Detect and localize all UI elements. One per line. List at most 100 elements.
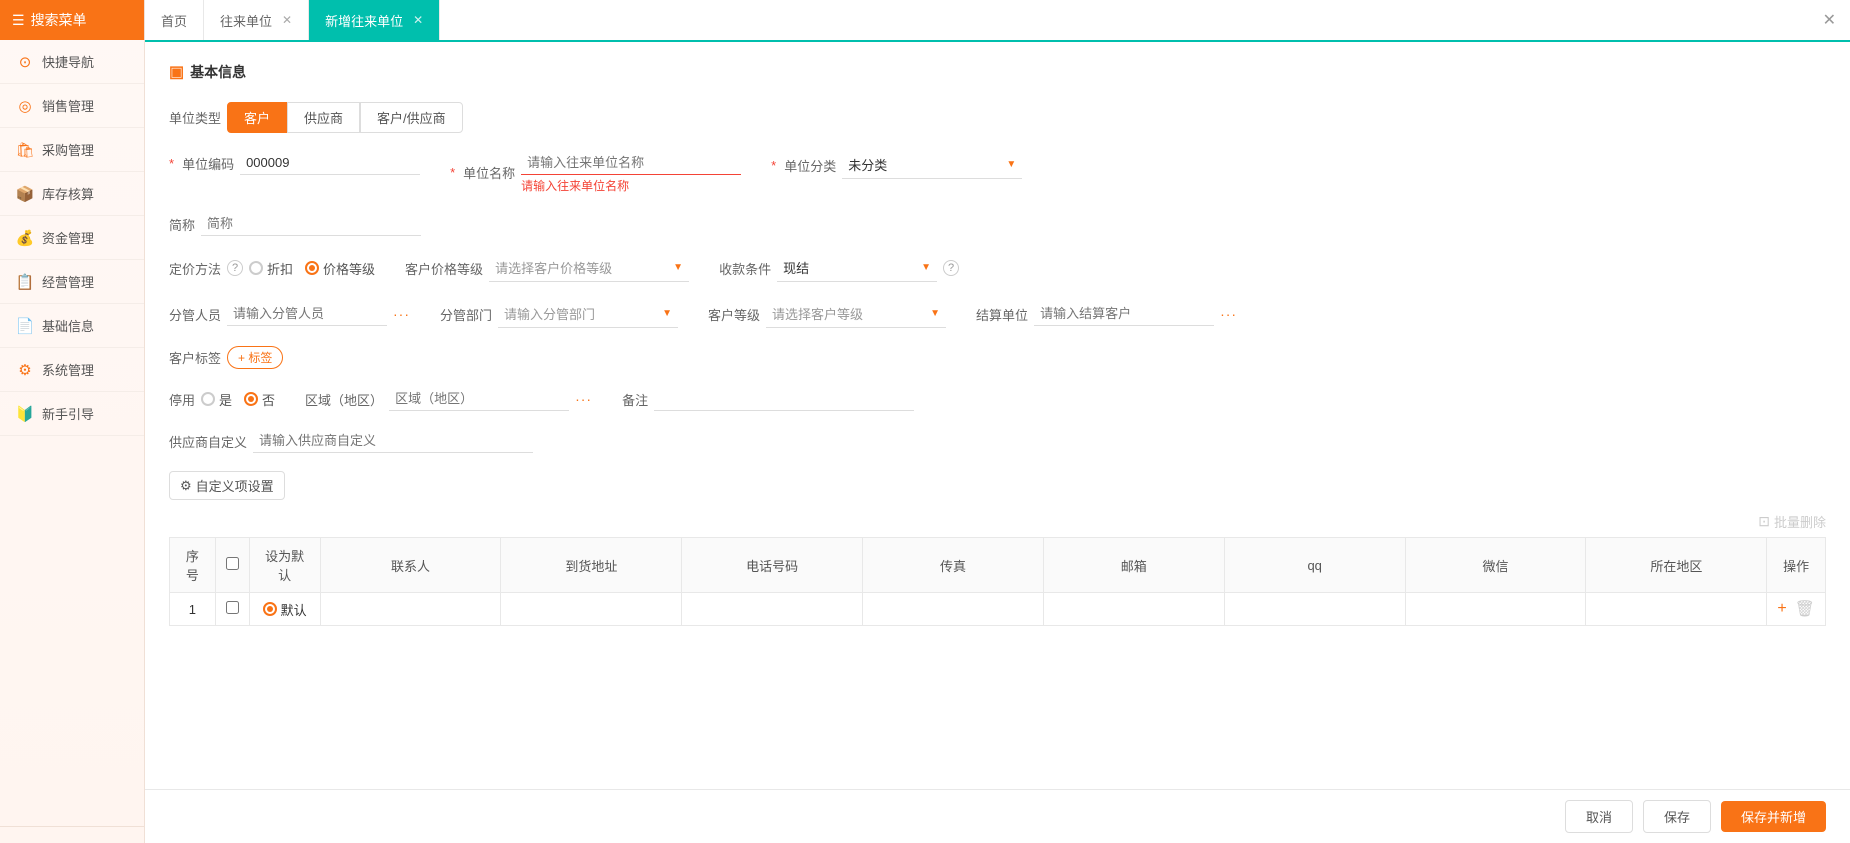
sidebar-item-system[interactable]: ⚙ 系统管理 [0, 348, 144, 392]
table-header-7: 邮箱 [1043, 538, 1224, 593]
sidebar-search[interactable]: ☰ 搜索菜单 [0, 0, 144, 40]
disabled-radio-yes[interactable]: 是 [201, 390, 232, 409]
fax-cell[interactable] [863, 593, 1044, 626]
department-select[interactable]: 请输入分管部门 ▼ [498, 300, 678, 328]
table-header-5: 电话号码 [682, 538, 863, 593]
tab-partner-list[interactable]: 往来单位✕ [204, 0, 309, 40]
main-area: 首页往来单位✕新增往来单位✕ ✕ ▣ 基本信息 单位类型 客户供应商客户/供应商… [145, 0, 1850, 843]
quick-nav-icon: ⊙ [16, 53, 34, 71]
remark-label: 备注 [622, 390, 648, 409]
radio-label: 是 [219, 390, 232, 409]
tabs-bar: 首页往来单位✕新增往来单位✕ ✕ [145, 0, 1850, 42]
payment-help-icon[interactable]: ? [943, 260, 959, 276]
customer-level-label: 客户等级 [708, 305, 760, 324]
save-and-add-button[interactable]: 保存并新增 [1721, 801, 1826, 832]
wechat-cell[interactable] [1405, 593, 1586, 626]
customer-level-select[interactable]: 请选择客户等级 ▼ [766, 300, 946, 328]
unit-type-customer-button[interactable]: 客户 [227, 102, 287, 133]
finance-icon: 💰 [16, 229, 34, 247]
phone-cell[interactable] [682, 593, 863, 626]
default-radio[interactable] [263, 602, 277, 616]
system-icon: ⚙ [16, 361, 34, 379]
manager-input[interactable] [227, 302, 387, 326]
department-placeholder: 请输入分管部门 [504, 304, 595, 323]
pricing-method-field: 定价方法 ? 折扣价格等级 [169, 259, 375, 278]
customer-price-select[interactable]: 请选择客户价格等级 ▼ [489, 254, 689, 282]
sidebar-search-label: 搜索菜单 [31, 10, 87, 30]
search-icon: ☰ [12, 12, 25, 29]
pricing-radio-discount[interactable]: 折扣 [249, 259, 293, 278]
sidebar-item-label: 系统管理 [42, 360, 94, 379]
region-cell[interactable] [1586, 593, 1767, 626]
seq-cell: 1 [170, 593, 216, 626]
sidebar-item-purchase[interactable]: 🛍采购管理 [0, 128, 144, 172]
supplier-custom-input[interactable] [253, 429, 533, 453]
address-cell[interactable] [501, 593, 682, 626]
remark-field: 备注 [622, 387, 914, 411]
sidebar-item-finance[interactable]: 💰资金管理 [0, 216, 144, 260]
qq-cell[interactable] [1224, 593, 1405, 626]
address-input[interactable] [511, 602, 671, 617]
settlement-input[interactable] [1034, 302, 1214, 326]
contact-cell[interactable] [320, 593, 501, 626]
region-more-icon[interactable]: ··· [575, 391, 592, 407]
email-input[interactable] [1054, 602, 1214, 617]
customer-price-field: 客户价格等级 请选择客户价格等级 ▼ [405, 254, 689, 282]
contact-input[interactable] [331, 602, 491, 617]
sidebar-item-base-info[interactable]: 📄基础信息 [0, 304, 144, 348]
delete-row-icon[interactable]: 🗑 [1795, 599, 1815, 619]
sidebar-item-operations[interactable]: 📋经营管理 [0, 260, 144, 304]
sidebar-item-quick-nav[interactable]: ⊙快捷导航 [0, 40, 144, 84]
add-tag-button[interactable]: + 标签 [227, 346, 283, 369]
cancel-button[interactable]: 取消 [1565, 800, 1633, 833]
region-cell-input[interactable] [1596, 602, 1756, 617]
wechat-input[interactable] [1416, 602, 1576, 617]
department-label: 分管部门 [440, 305, 492, 324]
region-label: 区域（地区） [305, 390, 383, 409]
payment-terms-select[interactable]: 现结 ▼ [777, 254, 937, 282]
unit-type-supplier-button[interactable]: 供应商 [287, 102, 360, 133]
unit-category-select[interactable]: 未分类 ▼ [842, 151, 1022, 179]
region-input[interactable] [389, 387, 569, 411]
qq-input[interactable] [1235, 602, 1395, 617]
customer-price-placeholder: 请选择客户价格等级 [495, 258, 612, 277]
unit-name-error-msg: 请输入往来单位名称 [521, 177, 741, 194]
customer-level-field: 客户等级 请选择客户等级 ▼ [708, 300, 946, 328]
supplier-custom-field: 供应商自定义 [169, 429, 533, 453]
unit-name-field: * 单位名称 请输入往来单位名称 [450, 151, 741, 194]
manager-row: 分管人员 ··· 分管部门 请输入分管部门 ▼ 客户等级 请选择客户等级 ▼ 结… [169, 300, 1826, 328]
tab-close-button[interactable]: ✕ [282, 13, 292, 27]
phone-input[interactable] [692, 602, 852, 617]
unit-type-both-button[interactable]: 客户/供应商 [360, 102, 463, 133]
tab-home[interactable]: 首页 [145, 0, 204, 40]
tab-close-button[interactable]: ✕ [413, 13, 423, 27]
close-all-tabs-button[interactable]: ✕ [1809, 0, 1850, 40]
disabled-radio-no[interactable]: 否 [244, 390, 275, 409]
manager-more-icon[interactable]: ··· [393, 306, 410, 322]
tab-new-partner[interactable]: 新增往来单位✕ [309, 0, 440, 40]
row-checkbox[interactable] [226, 601, 239, 614]
settlement-more-icon[interactable]: ··· [1220, 306, 1237, 322]
sidebar-bottom [0, 826, 144, 843]
pricing-help-icon[interactable]: ? [227, 260, 243, 276]
unit-code-input[interactable] [240, 151, 420, 175]
payment-terms-value: 现结 [783, 258, 809, 277]
add-row-icon[interactable]: + [1777, 600, 1786, 618]
sidebar-item-inventory[interactable]: 📦库存核算 [0, 172, 144, 216]
select-all-checkbox[interactable] [226, 557, 239, 570]
pricing-radio-price-level[interactable]: 价格等级 [305, 259, 375, 278]
email-cell[interactable] [1043, 593, 1224, 626]
payment-terms-label: 收款条件 [719, 259, 771, 278]
check-cell [215, 593, 249, 626]
custom-settings-button[interactable]: ⚙ 自定义项设置 [169, 471, 285, 500]
disabled-field: 停用 是否 [169, 390, 275, 409]
table-row: 1 默认 + 🗑 [170, 593, 1826, 626]
fax-input[interactable] [873, 602, 1033, 617]
unit-name-input[interactable] [521, 151, 741, 175]
save-button[interactable]: 保存 [1643, 800, 1711, 833]
remark-input[interactable] [654, 387, 914, 411]
short-name-input[interactable] [201, 212, 421, 236]
sidebar-item-sales[interactable]: ◎销售管理 [0, 84, 144, 128]
sidebar-item-guide[interactable]: 🔰新手引导 [0, 392, 144, 436]
disabled-region-remark-row: 停用 是否 区域（地区） ··· 备注 [169, 387, 1826, 411]
